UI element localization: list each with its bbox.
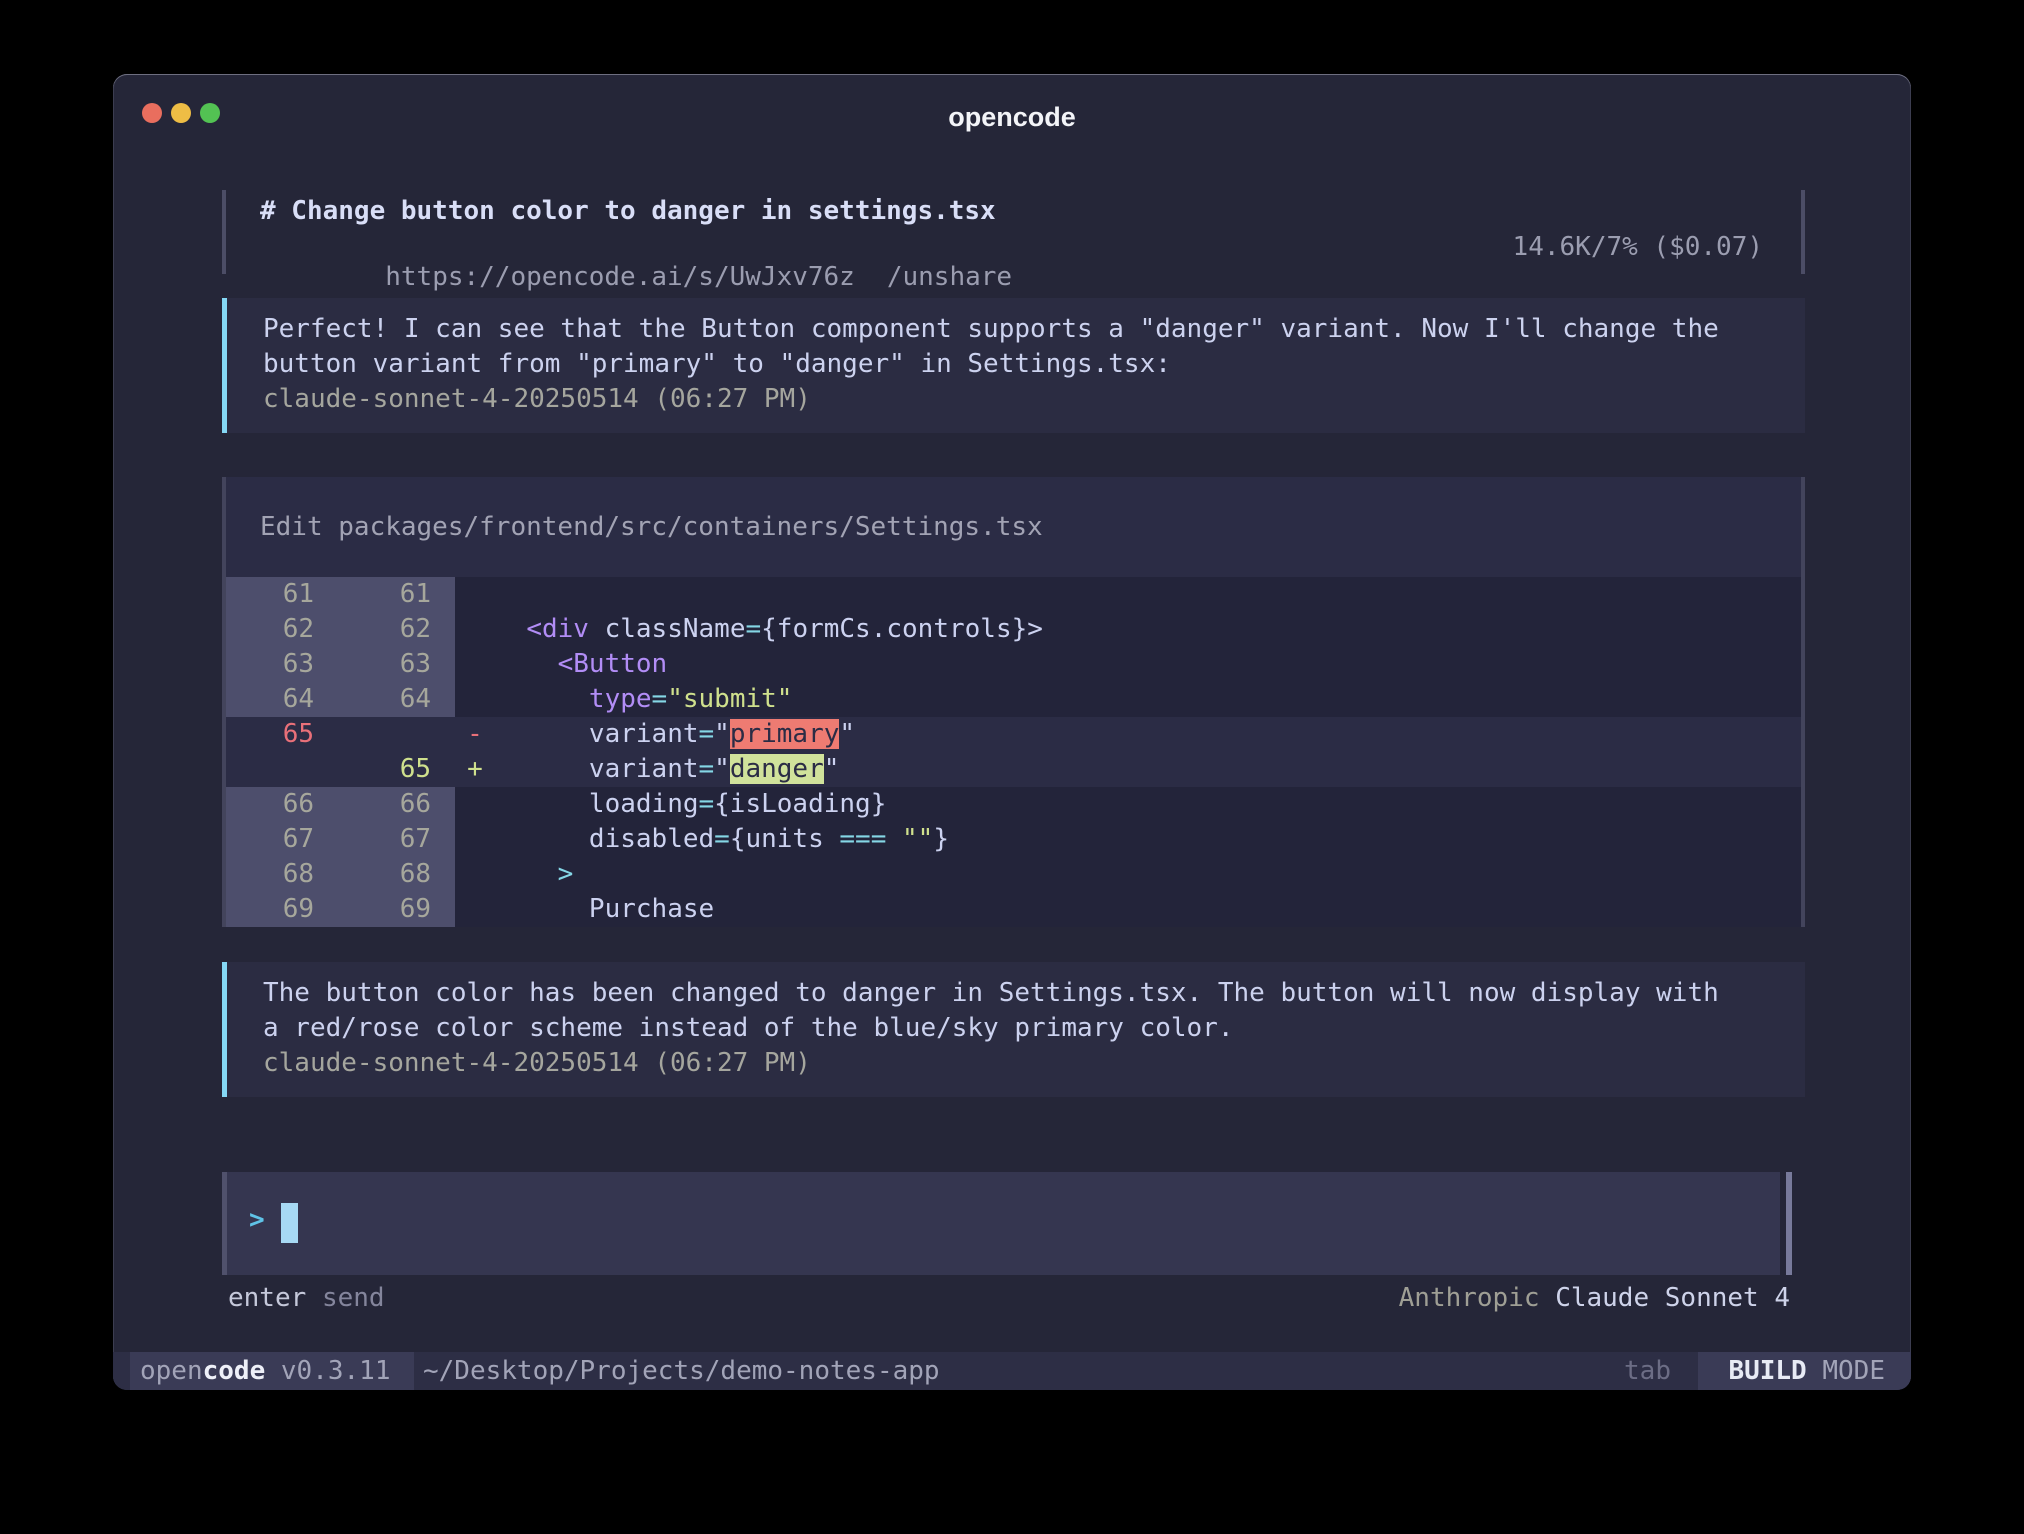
assistant-message-2: The button color has been changed to dan… <box>222 962 1805 1097</box>
diff-row: 65- variant="primary" <box>222 717 1805 752</box>
diff-row: 6767 disabled={units === ""} <box>222 822 1805 857</box>
edit-file-path: Edit packages/frontend/src/containers/Se… <box>222 477 1805 577</box>
hint-key: enter <box>228 1283 306 1313</box>
mode-name: BUILD <box>1728 1356 1806 1386</box>
diff-code-line: <div className={formCs.controls}> <box>495 612 1805 647</box>
diff-code-line: Purchase <box>495 892 1805 927</box>
assistant-message-1: Perfect! I can see that the Button compo… <box>222 298 1805 433</box>
diff-code-line <box>495 577 1805 612</box>
diff-row: 6363 <Button <box>222 647 1805 682</box>
opencode-window: opencode # Change button color to danger… <box>113 74 1911 1390</box>
mode-suffix: MODE <box>1807 1356 1885 1386</box>
diff-code-line: variant="danger" <box>495 752 1805 787</box>
diff-row: 6262 <div className={formCs.controls}> <box>222 612 1805 647</box>
prompt-input[interactable]: > <box>222 1172 1780 1275</box>
diff-row: 6868 > <box>222 857 1805 892</box>
diff-code-line: variant="primary" <box>495 717 1805 752</box>
session-title: # Change button color to danger in setti… <box>260 196 996 226</box>
tab-hint[interactable]: tab <box>1624 1352 1671 1390</box>
app-version-badge: opencode v0.3.11 <box>130 1352 414 1390</box>
diff-row: 6161 <box>222 577 1805 612</box>
diff-right-border <box>1801 477 1805 927</box>
app-name-open: open <box>140 1356 203 1386</box>
message-text: Perfect! I can see that the Button compo… <box>263 312 1805 347</box>
diff-code-line: type="submit" <box>495 682 1805 717</box>
hint-label: send <box>322 1283 385 1313</box>
message-text: The button color has been changed to dan… <box>263 976 1805 1011</box>
diff-code-line: <Button <box>495 647 1805 682</box>
footer-hints: enter send Anthropic Claude Sonnet 4 <box>113 1280 1911 1316</box>
diff-row: 6464 type="submit" <box>222 682 1805 717</box>
header-left-border <box>222 190 226 274</box>
provider-name: Anthropic <box>1399 1283 1540 1313</box>
diff-row: 6969 Purchase <box>222 892 1805 927</box>
message-text: button variant from "primary" to "danger… <box>263 347 1805 382</box>
share-url[interactable]: https://opencode.ai/s/UwJxv76z <box>385 262 855 292</box>
message-text: a red/rose color scheme instead of the b… <box>263 1011 1805 1046</box>
unshare-command[interactable]: /unshare <box>887 262 1012 292</box>
model-timestamp: claude-sonnet-4-20250514 (06:27 PM) <box>263 382 1805 417</box>
input-right-border <box>1786 1172 1792 1275</box>
status-bar: opencode v0.3.11 ~/Desktop/Projects/demo… <box>113 1352 1911 1390</box>
diff-code-line: > <box>495 857 1805 892</box>
token-usage: 14.6K/7% ($0.07) <box>1513 232 1763 262</box>
edit-tool-card: Edit packages/frontend/src/containers/Se… <box>222 477 1805 927</box>
diff-row: 6666 loading={isLoading} <box>222 787 1805 822</box>
app-version: v0.3.11 <box>265 1356 390 1386</box>
prompt-symbol: > <box>249 1205 265 1235</box>
desktop: opencode # Change button color to danger… <box>0 0 2024 1534</box>
enter-send-hint: enter send <box>228 1280 385 1316</box>
model-timestamp: claude-sonnet-4-20250514 (06:27 PM) <box>263 1046 1805 1081</box>
working-directory: ~/Desktop/Projects/demo-notes-app <box>423 1352 940 1390</box>
window-title: opencode <box>113 102 1911 133</box>
app-name-code: code <box>203 1356 266 1386</box>
diff-row: 65+ variant="danger" <box>222 752 1805 787</box>
diff-view: 61616262 <div className={formCs.controls… <box>222 577 1805 927</box>
model-indicator: Anthropic Claude Sonnet 4 <box>1399 1280 1790 1316</box>
diff-code-line: loading={isLoading} <box>495 787 1805 822</box>
header-right-border <box>1801 190 1805 274</box>
session-header: # Change button color to danger in setti… <box>222 190 1805 274</box>
mode-badge[interactable]: BUILD MODE <box>1698 1352 1911 1390</box>
text-cursor <box>281 1203 298 1243</box>
diff-left-border <box>222 477 226 927</box>
model-name: Claude Sonnet 4 <box>1555 1283 1790 1313</box>
diff-code-line: disabled={units === ""} <box>495 822 1805 857</box>
titlebar[interactable]: opencode <box>113 74 1911 130</box>
